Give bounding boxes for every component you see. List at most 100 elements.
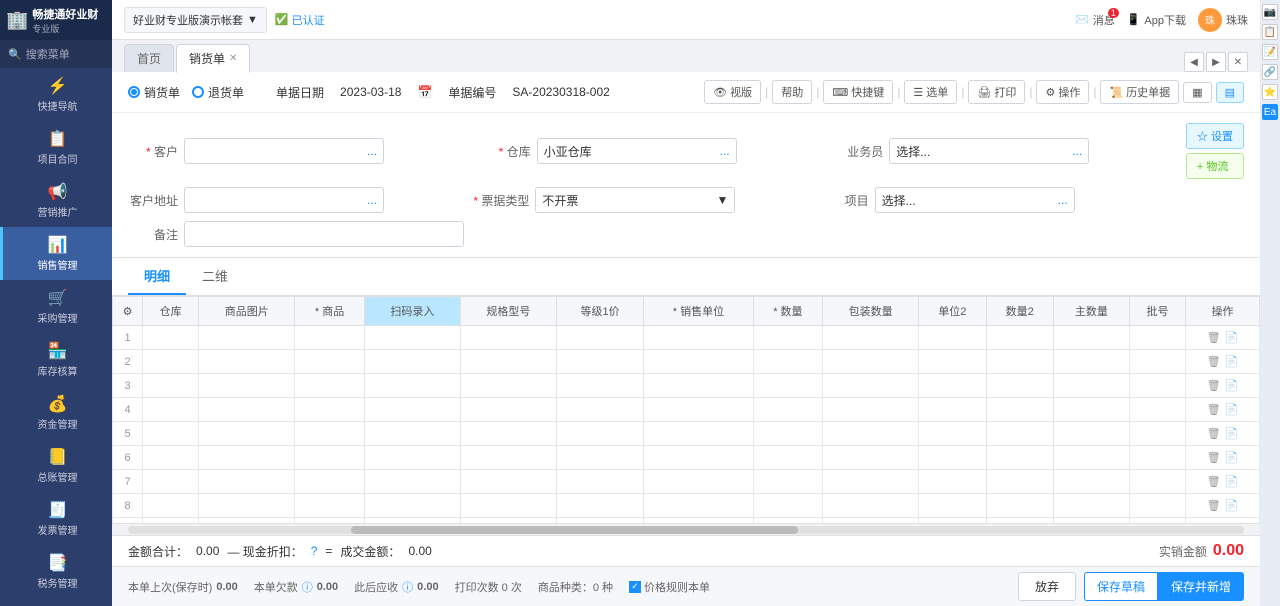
sidebar-item-tax[interactable]: 📑 税务管理 bbox=[0, 545, 112, 598]
table-row[interactable]: 3🗑📄 bbox=[113, 374, 1260, 398]
scroll-thumb[interactable] bbox=[351, 526, 797, 534]
customer-input[interactable]: ... bbox=[184, 138, 384, 164]
delete-icon[interactable]: 🗑 bbox=[1207, 355, 1221, 368]
toolbar-print-btn[interactable]: 🖨打印 bbox=[968, 80, 1025, 104]
debt-icon[interactable]: ⓘ bbox=[302, 579, 313, 595]
radio-returnorder[interactable]: 退货单 bbox=[192, 84, 244, 101]
message-badge: 1 bbox=[1108, 8, 1119, 18]
table-row[interactable]: 7🗑📄 bbox=[113, 470, 1260, 494]
copy-icon[interactable]: 📄 bbox=[1225, 379, 1239, 392]
right-panel-icon-5[interactable]: ⭐ bbox=[1262, 84, 1278, 100]
delete-icon[interactable]: 🗑 bbox=[1207, 403, 1221, 416]
copy-icon[interactable]: 📄 bbox=[1225, 475, 1239, 488]
help-icon[interactable]: ? bbox=[311, 544, 318, 558]
project-dots[interactable]: ... bbox=[1058, 193, 1068, 207]
delete-icon[interactable]: 🗑 bbox=[1207, 427, 1221, 440]
sidebar-item-invoice[interactable]: 🧾 发票管理 bbox=[0, 492, 112, 545]
table-row[interactable]: 6🗑📄 bbox=[113, 446, 1260, 470]
toolbar-help-btn[interactable]: 帮助 bbox=[772, 80, 812, 104]
message-btn[interactable]: ✉️ 1 消息 bbox=[1075, 12, 1115, 28]
copy-icon[interactable]: 📄 bbox=[1225, 451, 1239, 464]
copy-icon[interactable]: 📄 bbox=[1225, 427, 1239, 440]
tab-detail[interactable]: 明细 bbox=[128, 258, 186, 295]
tab-close-btn[interactable]: ✕ bbox=[229, 53, 237, 64]
tab-home[interactable]: 首页 bbox=[124, 44, 174, 72]
receivable-icon[interactable]: ⓘ bbox=[402, 579, 413, 595]
delete-icon[interactable]: 🗑 bbox=[1207, 379, 1221, 392]
tab-salesorder[interactable]: 销货单 ✕ bbox=[176, 44, 250, 73]
sidebar-item-purchase[interactable]: 🛒 采购管理 bbox=[0, 280, 112, 333]
toolbar-view-btn[interactable]: 👁视版 bbox=[704, 80, 761, 104]
toolbar-shortcut-btn[interactable]: ⌨快捷键 bbox=[823, 80, 893, 104]
delete-icon[interactable]: 🗑 bbox=[1207, 475, 1221, 488]
toolbar-ops-btn[interactable]: ⚙操作 bbox=[1036, 80, 1089, 104]
sidebar-item-inventory[interactable]: 🏪 库存核算 bbox=[0, 333, 112, 386]
sidebar-item-sales[interactable]: 📊 销售管理 bbox=[0, 227, 112, 280]
row-number: 4 bbox=[113, 398, 143, 422]
col-settings[interactable]: ⚙ bbox=[113, 297, 143, 326]
toolbar-grid2-btn[interactable]: ▤ bbox=[1216, 82, 1244, 103]
table-row[interactable]: 4 🗑 📄 bbox=[113, 398, 1260, 422]
settings-btn[interactable]: ☆ 设置 bbox=[1186, 123, 1244, 149]
copy-icon[interactable]: 📄 bbox=[1225, 499, 1239, 512]
price-rule-checkbox[interactable]: 价格规则本单 bbox=[629, 579, 710, 595]
col-scan[interactable]: 扫码录入 bbox=[364, 297, 460, 326]
prev-order-value: 0.00 bbox=[216, 581, 237, 593]
right-panel-icon-active[interactable]: Ea bbox=[1262, 104, 1278, 120]
salesperson-field: 业务员 选择... ... bbox=[833, 138, 1170, 164]
sidebar-item-quicknav[interactable]: ⚡ 快捷导航 bbox=[0, 68, 112, 121]
warehouse-dots[interactable]: ... bbox=[720, 144, 730, 158]
toolbar-select-btn[interactable]: ☰选单 bbox=[904, 80, 957, 104]
radio-salesorder[interactable]: 销货单 bbox=[128, 84, 180, 101]
scroll-bar[interactable] bbox=[112, 523, 1260, 535]
logistics-btn[interactable]: + 物流 bbox=[1186, 153, 1244, 179]
sidebar-item-assets[interactable]: 🏗️ 固定资产 bbox=[0, 598, 112, 606]
toolbar-history-btn[interactable]: 📜历史单据 bbox=[1100, 80, 1179, 104]
toolbar-grid1-btn[interactable]: ▦ bbox=[1183, 82, 1211, 103]
delete-icon[interactable]: 🗑 bbox=[1207, 499, 1221, 512]
tab-prev-btn[interactable]: ◀ bbox=[1184, 52, 1204, 72]
abandon-btn[interactable]: 放弃 bbox=[1018, 572, 1076, 601]
logo-subtext: 专业版 bbox=[32, 22, 98, 35]
table-row[interactable]: 1🗑📄 bbox=[113, 326, 1260, 350]
tab-close-all-btn[interactable]: ✕ bbox=[1228, 52, 1248, 72]
copy-icon[interactable]: 📄 bbox=[1225, 355, 1239, 368]
remark-input[interactable] bbox=[184, 221, 464, 247]
certified-icon: ✅ bbox=[275, 13, 289, 26]
copy-icon[interactable]: 📄 bbox=[1225, 403, 1239, 416]
address-input[interactable]: ... bbox=[184, 187, 384, 213]
right-panel-icon-3[interactable]: 📝 bbox=[1262, 44, 1278, 60]
project-input[interactable]: 选择... ... bbox=[875, 187, 1075, 213]
sidebar-item-project[interactable]: 📋 项目合同 bbox=[0, 121, 112, 174]
sidebar-item-marketing[interactable]: 📢 营销推广 bbox=[0, 174, 112, 227]
delete-icon[interactable]: 🗑 bbox=[1207, 331, 1221, 344]
invoice-input[interactable]: 不开票 ▼ bbox=[535, 187, 735, 213]
right-panel-icon-2[interactable]: 📋 bbox=[1262, 24, 1278, 40]
address-dots[interactable]: ... bbox=[367, 193, 377, 207]
right-panel-icon-4[interactable]: 🔗 bbox=[1262, 64, 1278, 80]
tab-next-btn[interactable]: ▶ bbox=[1206, 52, 1226, 72]
salesperson-dots[interactable]: ... bbox=[1072, 144, 1082, 158]
company-selector[interactable]: 好业财专业版演示帐套 ▼ bbox=[124, 7, 267, 33]
sidebar-item-accounting[interactable]: 📒 总账管理 bbox=[0, 439, 112, 492]
sidebar-search[interactable]: 🔍 搜索菜单 bbox=[0, 40, 112, 68]
save-new-btn[interactable]: 保存并新增 bbox=[1158, 572, 1244, 601]
app-download-btn[interactable]: 📱 App下载 bbox=[1127, 12, 1186, 28]
delete-icon[interactable]: 🗑 bbox=[1207, 451, 1221, 464]
toolbar-sep3: | bbox=[897, 85, 900, 99]
amount-label: 金额合计： bbox=[128, 543, 188, 560]
table-row[interactable]: 8🗑📄 bbox=[113, 494, 1260, 518]
calendar-icon[interactable]: 📅 bbox=[417, 85, 432, 99]
table-row[interactable]: 2🗑📄 bbox=[113, 350, 1260, 374]
copy-icon[interactable]: 📄 bbox=[1225, 331, 1239, 344]
col-main-qty: 主数量 bbox=[1053, 297, 1129, 326]
tab-2d[interactable]: 二维 bbox=[186, 258, 244, 295]
save-draft-btn[interactable]: 保存草稿 bbox=[1084, 572, 1158, 601]
right-panel-icon-1[interactable]: 📷 bbox=[1262, 4, 1278, 20]
table-row[interactable]: 5🗑📄 bbox=[113, 422, 1260, 446]
warehouse-input[interactable]: 小亚仓库 ... bbox=[537, 138, 737, 164]
sidebar-item-funds[interactable]: 💰 资金管理 bbox=[0, 386, 112, 439]
customer-dots[interactable]: ... bbox=[367, 144, 377, 158]
salesperson-input[interactable]: 选择... ... bbox=[889, 138, 1089, 164]
user-profile[interactable]: 珠 珠珠 bbox=[1198, 8, 1248, 32]
